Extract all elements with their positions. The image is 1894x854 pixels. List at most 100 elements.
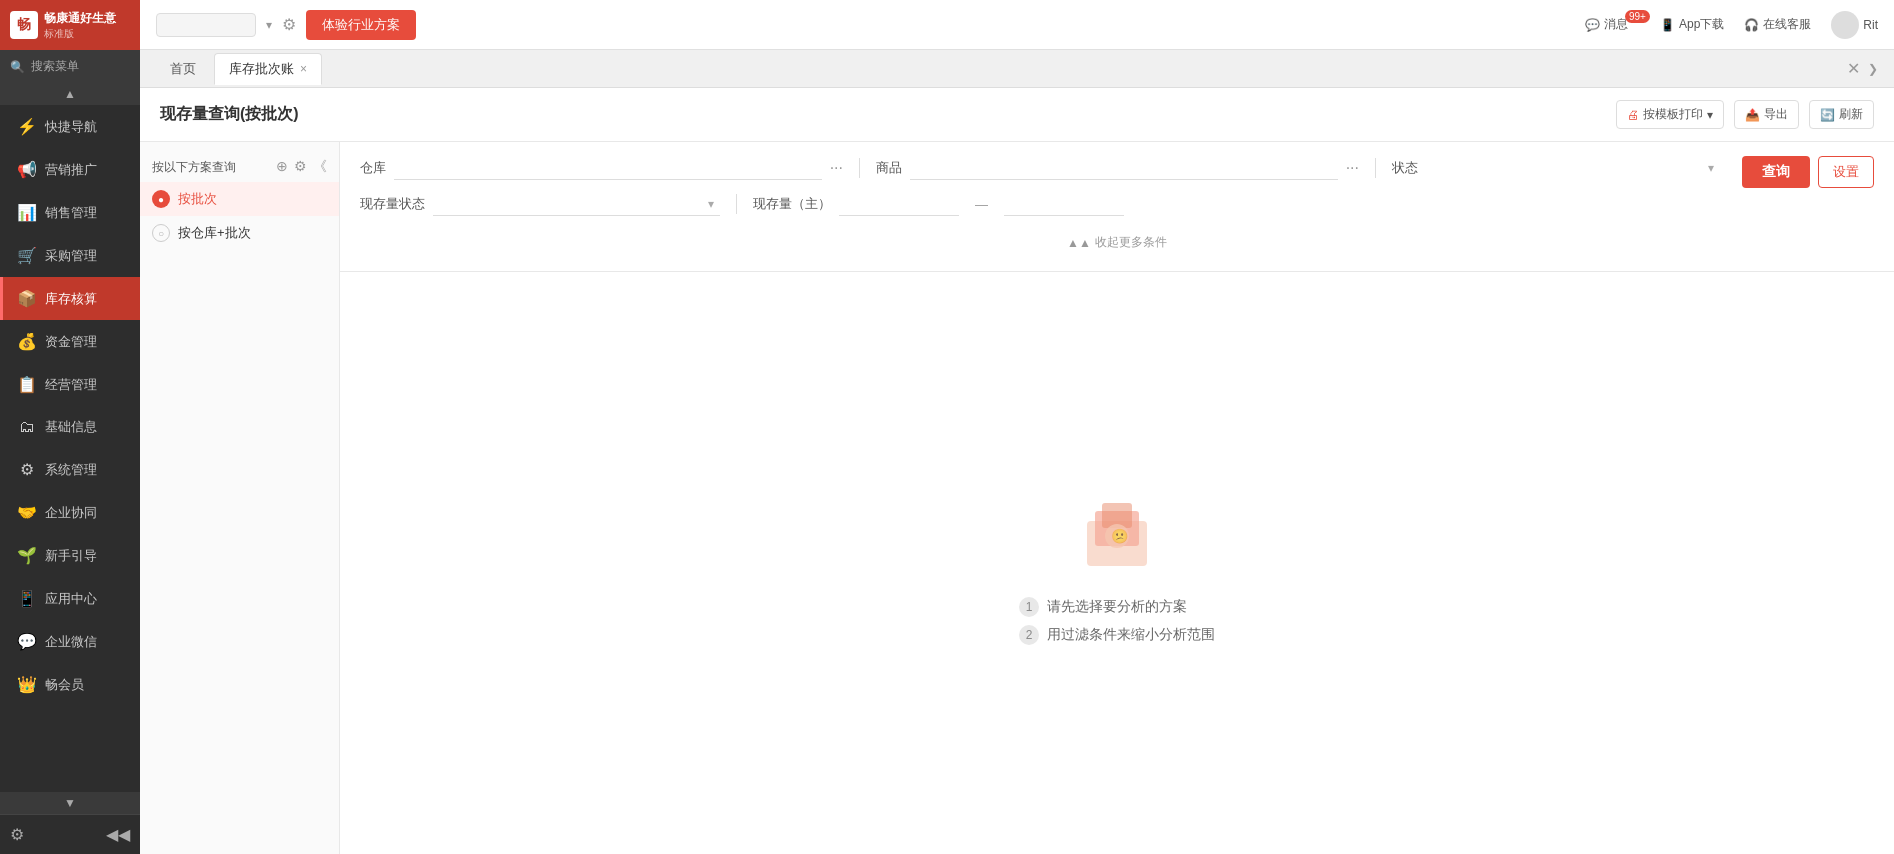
left-panel: 按以下方案查询 ⊕ ⚙ 《 ● 按批次 ○ 按仓库+批次 [140, 142, 340, 854]
product-input[interactable] [910, 156, 1338, 180]
settings-button[interactable]: 设置 [1818, 156, 1874, 188]
main-content: 按以下方案查询 ⊕ ⚙ 《 ● 按批次 ○ 按仓库+批次 [140, 142, 1894, 854]
sidebar-item-basic[interactable]: 🗂 基础信息 [0, 406, 140, 448]
sidebar-item-newbie[interactable]: 🌱 新手引导 [0, 534, 140, 577]
system-label: 系统管理 [45, 461, 97, 479]
inventory-batch-tab-label: 库存批次账 [229, 60, 294, 78]
scheme-settings-icon[interactable]: ⚙ [294, 158, 307, 176]
topbar-chevron-icon[interactable]: ▾ [266, 18, 272, 32]
print-icon: 🖨 [1627, 108, 1639, 122]
quantity-to-input[interactable] [1004, 192, 1124, 216]
filter-warehouse: 仓库 ··· [360, 156, 843, 180]
empty-tips: 1 请先选择要分析的方案 2 用过滤条件来缩小分析范围 [1019, 597, 1215, 645]
sidebar-item-operations[interactable]: 📋 经营管理 [0, 363, 140, 406]
panel-actions: ⊕ ⚙ 《 [276, 158, 327, 176]
basic-icon: 🗂 [17, 418, 37, 436]
quantity-dash: — [967, 197, 996, 212]
scroll-up-button[interactable]: ▲ [0, 83, 140, 105]
user-item[interactable]: Rit [1831, 11, 1878, 39]
sidebar: 畅 畅康通好生意 标准版 🔍 搜索菜单 ▲ ⚡ 快捷导航 📢 营销推广 📊 销售… [0, 0, 140, 854]
print-chevron-icon: ▾ [1707, 108, 1713, 122]
filter-status: 状态 ▾ [1392, 157, 1714, 179]
sidebar-item-inventory[interactable]: 📦 库存核算 [0, 277, 140, 320]
sidebar-item-enterprise-wechat[interactable]: 💬 企业微信 [0, 620, 140, 663]
app-center-label: 应用中心 [45, 590, 97, 608]
app-download-icon: 📱 [1660, 18, 1675, 32]
enterprise-label: 企业协同 [45, 504, 97, 522]
tab-chevron-right-icon[interactable]: ❯ [1868, 62, 1878, 76]
app-download-item[interactable]: 📱 App下载 [1660, 16, 1724, 33]
tip2-text: 用过滤条件来缩小分析范围 [1047, 626, 1215, 644]
query-button[interactable]: 查询 [1742, 156, 1810, 188]
app-center-icon: 📱 [17, 589, 37, 608]
sidebar-header: 畅 畅康通好生意 标准版 [0, 0, 140, 50]
content-area: 现存量查询(按批次) 🖨 按模板打印 ▾ 📤 导出 🔄 刷新 [140, 88, 1894, 854]
topbar-search-input[interactable] [156, 13, 256, 37]
status-label: 状态 [1392, 159, 1418, 177]
divider-3 [736, 194, 737, 214]
basic-label: 基础信息 [45, 418, 97, 436]
refresh-btn[interactable]: 🔄 刷新 [1809, 100, 1874, 129]
filter-row-2: 现存量状态 ▾ 现存量（主） — [360, 192, 1874, 216]
sidebar-search[interactable]: 🔍 搜索菜单 [0, 50, 140, 83]
filter-row-1: 仓库 ··· 商品 ··· [360, 156, 1714, 180]
collapse-sidebar-icon[interactable]: ◀◀ [106, 825, 130, 844]
settings-footer-icon[interactable]: ⚙ [10, 825, 24, 844]
topbar-gear-icon[interactable]: ⚙ [282, 15, 296, 34]
tab-home[interactable]: 首页 [156, 54, 210, 84]
online-service-item[interactable]: 🎧 在线客服 [1744, 16, 1811, 33]
product-dots[interactable]: ··· [1346, 159, 1359, 177]
sidebar-item-enterprise[interactable]: 🤝 企业协同 [0, 491, 140, 534]
sidebar-item-quick-nav[interactable]: ⚡ 快捷导航 [0, 105, 140, 148]
product-label: 商品 [876, 159, 902, 177]
export-icon: 📤 [1745, 108, 1760, 122]
sidebar-item-purchase[interactable]: 🛒 采购管理 [0, 234, 140, 277]
collapse-button[interactable]: ▲▲ 收起更多条件 [360, 228, 1874, 257]
divider-1 [859, 158, 860, 178]
status-select[interactable]: ▾ [1426, 157, 1714, 179]
sidebar-item-app-center[interactable]: 📱 应用中心 [0, 577, 140, 620]
divider-2 [1375, 158, 1376, 178]
tab-close-icon[interactable]: × [300, 63, 307, 75]
export-btn[interactable]: 📤 导出 [1734, 100, 1799, 129]
scheme-item-by-batch[interactable]: ● 按批次 [140, 182, 339, 216]
tabs-bar: 首页 库存批次账 × ✕ ❯ [140, 50, 1894, 88]
print-btn[interactable]: 🖨 按模板打印 ▾ [1616, 100, 1724, 129]
add-scheme-icon[interactable]: ⊕ [276, 158, 288, 176]
warehouse-dots[interactable]: ··· [830, 159, 843, 177]
sidebar-item-system[interactable]: ⚙ 系统管理 [0, 448, 140, 491]
tip1-text: 请先选择要分析的方案 [1047, 598, 1187, 616]
avatar [1831, 11, 1859, 39]
collapse-panel-icon[interactable]: 《 [313, 158, 327, 176]
search-icon: 🔍 [10, 60, 25, 74]
scheme-item-by-warehouse-batch[interactable]: ○ 按仓库+批次 [140, 216, 339, 250]
message-icon: 💬 [1585, 18, 1600, 32]
newbie-icon: 🌱 [17, 546, 37, 565]
sidebar-item-sales[interactable]: 📊 销售管理 [0, 191, 140, 234]
sidebar-item-marketing[interactable]: 📢 营销推广 [0, 148, 140, 191]
svg-text:😕: 😕 [1111, 528, 1129, 545]
system-icon: ⚙ [17, 460, 37, 479]
quantity-from-input[interactable] [839, 192, 959, 216]
scroll-down-button[interactable]: ▼ [0, 792, 140, 814]
finance-icon: 💰 [17, 332, 37, 351]
headset-icon: 🎧 [1744, 18, 1759, 32]
quick-nav-label: 快捷导航 [45, 118, 97, 136]
tab-close-right-icon[interactable]: ✕ [1847, 59, 1860, 78]
sidebar-item-finance[interactable]: 💰 资金管理 [0, 320, 140, 363]
warehouse-input[interactable] [394, 156, 822, 180]
message-item[interactable]: 💬 消息 99+ [1585, 16, 1640, 33]
inventory-status-select[interactable]: ▾ [433, 193, 720, 216]
tab-inventory-batch[interactable]: 库存批次账 × [214, 53, 322, 85]
filter-inventory-status: 现存量状态 ▾ [360, 193, 720, 216]
operations-icon: 📋 [17, 375, 37, 394]
app-title-block: 畅康通好生意 标准版 [44, 10, 116, 41]
filter-quantity: 现存量（主） — [753, 192, 1133, 216]
industry-btn[interactable]: 体验行业方案 [306, 10, 416, 40]
enterprise-wechat-icon: 💬 [17, 632, 37, 651]
sidebar-item-vip[interactable]: 👑 畅会员 [0, 663, 140, 706]
vip-icon: 👑 [17, 675, 37, 694]
empty-state: 😕 1 请先选择要分析的方案 2 用过滤条件来缩小分析范围 [340, 272, 1894, 854]
enterprise-icon: 🤝 [17, 503, 37, 522]
search-label: 搜索菜单 [31, 58, 79, 75]
